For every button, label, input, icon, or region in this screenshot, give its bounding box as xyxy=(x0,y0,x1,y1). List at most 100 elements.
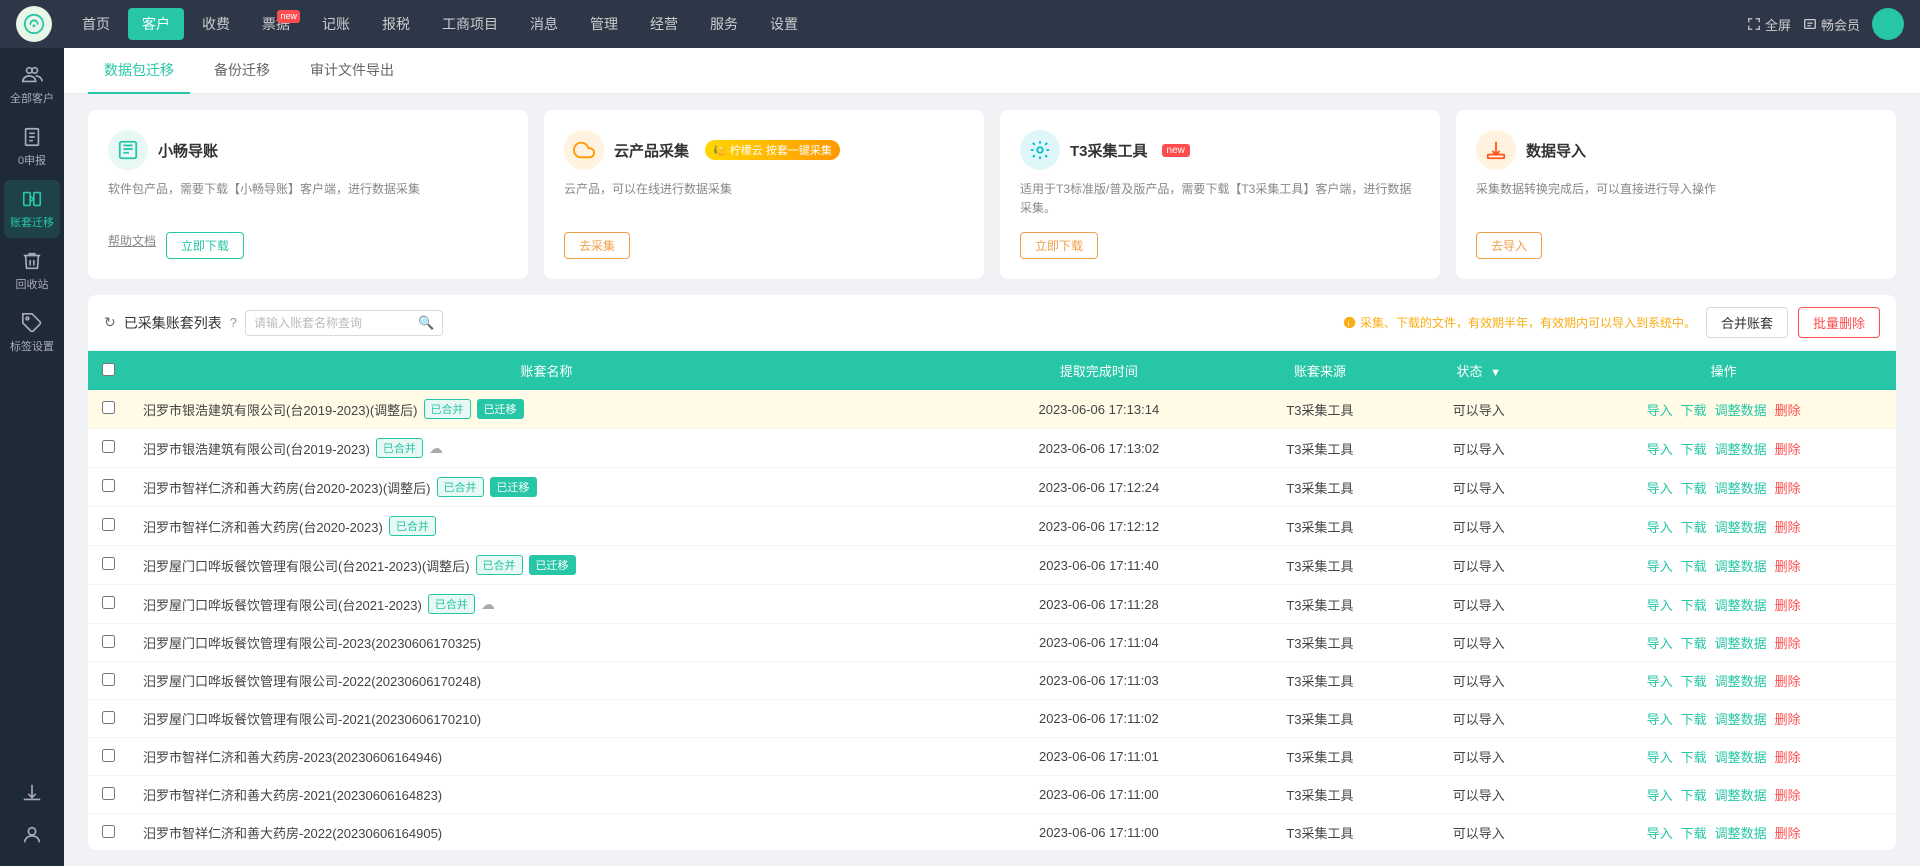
row-op-下载[interactable]: 下载 xyxy=(1681,788,1707,803)
row-op-调整数据[interactable]: 调整数据 xyxy=(1715,636,1767,651)
nav-bookkeeping[interactable]: 记账 xyxy=(308,8,364,40)
row-op-导入[interactable]: 导入 xyxy=(1647,598,1673,613)
row-op-导入[interactable]: 导入 xyxy=(1647,520,1673,535)
help-doc-link[interactable]: 帮助文档 xyxy=(108,232,156,259)
nav-tax[interactable]: 报税 xyxy=(368,8,424,40)
sidebar-item-download[interactable] xyxy=(4,774,60,812)
row-op-删除[interactable]: 删除 xyxy=(1775,442,1801,457)
search-input[interactable] xyxy=(254,316,414,330)
nav-operation[interactable]: 经营 xyxy=(636,8,692,40)
app-logo[interactable] xyxy=(16,6,52,42)
row-checkbox[interactable] xyxy=(102,518,115,531)
fullscreen-button[interactable]: 全屏 xyxy=(1747,15,1791,34)
row-op-删除[interactable]: 删除 xyxy=(1775,559,1801,574)
row-op-删除[interactable]: 删除 xyxy=(1775,788,1801,803)
row-op-下载[interactable]: 下载 xyxy=(1681,826,1707,841)
row-op-调整数据[interactable]: 调整数据 xyxy=(1715,826,1767,841)
row-checkbox[interactable] xyxy=(102,673,115,686)
row-op-删除[interactable]: 删除 xyxy=(1775,636,1801,651)
row-checkbox[interactable] xyxy=(102,711,115,724)
select-all-checkbox[interactable] xyxy=(102,363,115,376)
search-submit-icon[interactable]: 🔍 xyxy=(418,315,434,331)
download-now-btn-1[interactable]: 立即下载 xyxy=(166,232,244,259)
sidebar-item-tags[interactable]: 标签设置 xyxy=(4,304,60,362)
batch-delete-btn[interactable]: 批量删除 xyxy=(1798,307,1880,338)
th-status[interactable]: 状态 ▼ xyxy=(1406,351,1551,390)
nav-message[interactable]: 消息 xyxy=(516,8,572,40)
row-op-导入[interactable]: 导入 xyxy=(1647,481,1673,496)
merge-account-btn[interactable]: 合并账套 xyxy=(1706,307,1788,338)
nav-settings[interactable]: 设置 xyxy=(756,8,812,40)
nav-business[interactable]: 工商项目 xyxy=(428,8,512,40)
row-op-下载[interactable]: 下载 xyxy=(1681,481,1707,496)
row-checkbox[interactable] xyxy=(102,787,115,800)
goto-collect-btn[interactable]: 去采集 xyxy=(564,232,630,259)
nav-fee[interactable]: 收费 xyxy=(188,8,244,40)
cloud-icon[interactable]: ☁ xyxy=(429,440,443,457)
row-op-调整数据[interactable]: 调整数据 xyxy=(1715,520,1767,535)
row-checkbox[interactable] xyxy=(102,635,115,648)
nav-service[interactable]: 服务 xyxy=(696,8,752,40)
sidebar-item-recycle[interactable]: 回收站 xyxy=(4,242,60,300)
nav-customer[interactable]: 客户 xyxy=(128,8,184,40)
row-op-删除[interactable]: 删除 xyxy=(1775,674,1801,689)
row-op-下载[interactable]: 下载 xyxy=(1681,520,1707,535)
row-op-下载[interactable]: 下载 xyxy=(1681,636,1707,651)
row-op-下载[interactable]: 下载 xyxy=(1681,674,1707,689)
row-op-调整数据[interactable]: 调整数据 xyxy=(1715,559,1767,574)
tab-data-migration[interactable]: 数据包迁移 xyxy=(88,48,190,94)
row-op-导入[interactable]: 导入 xyxy=(1647,750,1673,765)
row-checkbox[interactable] xyxy=(102,557,115,570)
row-checkbox[interactable] xyxy=(102,749,115,762)
row-op-导入[interactable]: 导入 xyxy=(1647,442,1673,457)
row-op-导入[interactable]: 导入 xyxy=(1647,712,1673,727)
row-op-下载[interactable]: 下载 xyxy=(1681,559,1707,574)
tab-audit-export[interactable]: 审计文件导出 xyxy=(294,48,410,94)
row-op-删除[interactable]: 删除 xyxy=(1775,826,1801,841)
tab-backup-migration[interactable]: 备份迁移 xyxy=(198,48,286,94)
row-op-导入[interactable]: 导入 xyxy=(1647,403,1673,418)
member-button[interactable]: 畅会员 xyxy=(1803,15,1860,34)
nav-invoice[interactable]: 票据new xyxy=(248,8,304,40)
row-op-调整数据[interactable]: 调整数据 xyxy=(1715,788,1767,803)
row-op-删除[interactable]: 删除 xyxy=(1775,481,1801,496)
row-op-删除[interactable]: 删除 xyxy=(1775,403,1801,418)
row-op-调整数据[interactable]: 调整数据 xyxy=(1715,442,1767,457)
row-op-调整数据[interactable]: 调整数据 xyxy=(1715,750,1767,765)
row-checkbox[interactable] xyxy=(102,596,115,609)
help-icon[interactable]: ? xyxy=(230,315,237,330)
download-now-btn-3[interactable]: 立即下载 xyxy=(1020,232,1098,259)
user-avatar[interactable] xyxy=(1872,8,1904,40)
sidebar-item-user[interactable] xyxy=(4,816,60,854)
row-op-删除[interactable]: 删除 xyxy=(1775,598,1801,613)
row-op-下载[interactable]: 下载 xyxy=(1681,750,1707,765)
row-checkbox[interactable] xyxy=(102,401,115,414)
row-op-调整数据[interactable]: 调整数据 xyxy=(1715,674,1767,689)
row-op-导入[interactable]: 导入 xyxy=(1647,788,1673,803)
row-op-导入[interactable]: 导入 xyxy=(1647,636,1673,651)
refresh-icon[interactable]: ↻ xyxy=(104,314,116,331)
row-op-删除[interactable]: 删除 xyxy=(1775,712,1801,727)
row-checkbox[interactable] xyxy=(102,479,115,492)
sidebar-item-all-customers[interactable]: 全部客户 xyxy=(4,56,60,114)
row-op-下载[interactable]: 下载 xyxy=(1681,442,1707,457)
sidebar-item-migrate[interactable]: 账套迁移 xyxy=(4,180,60,238)
row-op-导入[interactable]: 导入 xyxy=(1647,674,1673,689)
row-op-导入[interactable]: 导入 xyxy=(1647,559,1673,574)
row-op-下载[interactable]: 下载 xyxy=(1681,403,1707,418)
row-op-导入[interactable]: 导入 xyxy=(1647,826,1673,841)
row-op-调整数据[interactable]: 调整数据 xyxy=(1715,712,1767,727)
nav-home[interactable]: 首页 xyxy=(68,8,124,40)
row-op-删除[interactable]: 删除 xyxy=(1775,750,1801,765)
row-checkbox[interactable] xyxy=(102,825,115,838)
row-op-下载[interactable]: 下载 xyxy=(1681,712,1707,727)
goto-import-btn[interactable]: 去导入 xyxy=(1476,232,1542,259)
row-op-下载[interactable]: 下载 xyxy=(1681,598,1707,613)
row-op-调整数据[interactable]: 调整数据 xyxy=(1715,598,1767,613)
nav-manage[interactable]: 管理 xyxy=(576,8,632,40)
cloud-icon[interactable]: ☁ xyxy=(481,596,495,613)
row-checkbox[interactable] xyxy=(102,440,115,453)
row-op-调整数据[interactable]: 调整数据 xyxy=(1715,481,1767,496)
row-op-删除[interactable]: 删除 xyxy=(1775,520,1801,535)
row-op-调整数据[interactable]: 调整数据 xyxy=(1715,403,1767,418)
